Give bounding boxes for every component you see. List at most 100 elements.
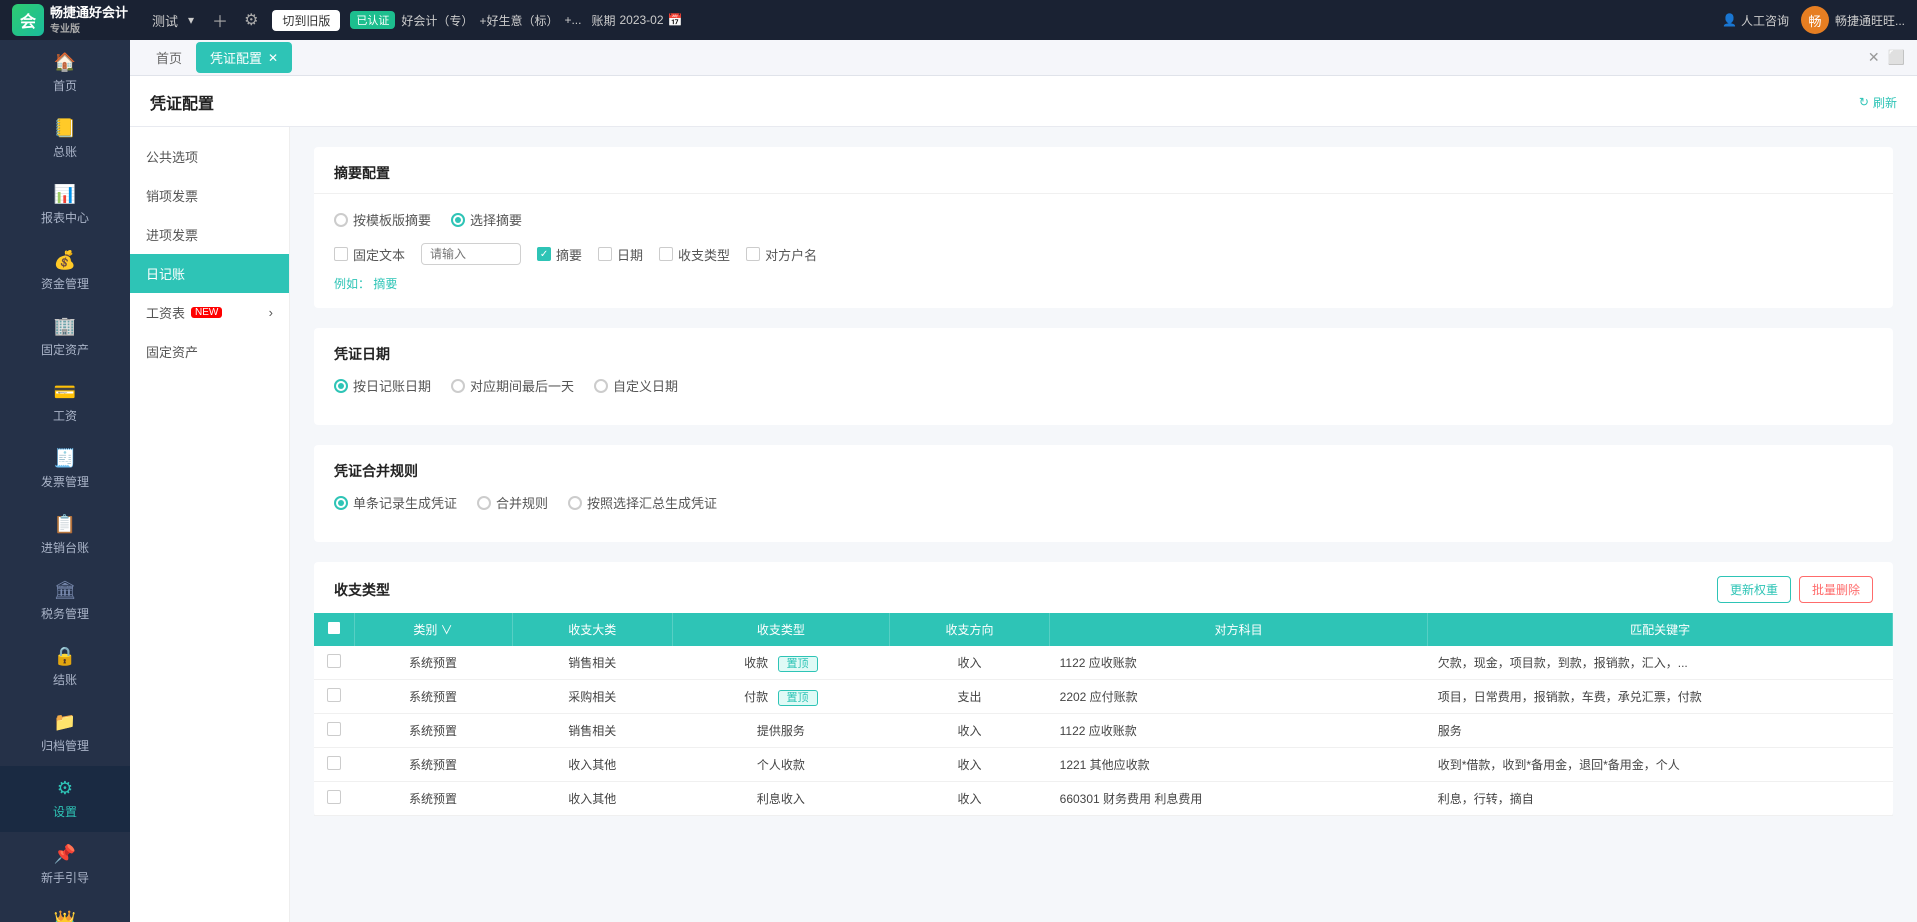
th-major: 收支大类 bbox=[512, 613, 672, 646]
update-weight-button[interactable]: 更新权重 bbox=[1717, 576, 1791, 603]
type-tag[interactable]: 置顶 bbox=[778, 690, 818, 706]
inner-layout: 公共选项 销项发票 进项发票 日记账 工资表 NEW › bbox=[130, 127, 1917, 922]
cell-major: 销售相关 bbox=[512, 646, 672, 680]
sidebar-item-fund[interactable]: 💰 资金管理 bbox=[0, 238, 130, 304]
sidebar-item-home[interactable]: 🏠 首页 bbox=[0, 40, 130, 106]
sidebar-item-close[interactable]: 🔒 结账 bbox=[0, 634, 130, 700]
checkbox-fixed-text[interactable]: 固定文本 bbox=[334, 245, 405, 264]
close-window-button[interactable]: ✕ bbox=[1868, 49, 1880, 66]
batch-delete-button[interactable]: 批量删除 bbox=[1799, 576, 1873, 603]
row-checkbox[interactable] bbox=[327, 756, 341, 770]
row-checkbox[interactable] bbox=[327, 722, 341, 736]
sidebar-item-label: 进销台账 bbox=[41, 539, 89, 556]
checkbox-date-box bbox=[598, 247, 612, 261]
user-avatar: 畅 bbox=[1801, 6, 1829, 34]
left-nav: 公共选项 销项发票 进项发票 日记账 工资表 NEW › bbox=[130, 127, 290, 922]
radio-label: 合并规则 bbox=[496, 493, 548, 512]
switch-version-button[interactable]: 切到旧版 bbox=[272, 10, 340, 31]
radio-single[interactable]: 单条记录生成凭证 bbox=[334, 493, 457, 512]
tab-close-icon[interactable]: ✕ bbox=[268, 51, 278, 65]
good-accounting-badge: 好会计（专） bbox=[401, 12, 473, 29]
row-checkbox[interactable] bbox=[327, 654, 341, 668]
left-nav-payroll[interactable]: 工资表 NEW › bbox=[130, 293, 289, 332]
tabs-right: ✕ ⬜ bbox=[1868, 49, 1905, 66]
date-section-title: 凭证日期 bbox=[334, 344, 1873, 364]
left-nav-purchase-inv[interactable]: 进项发票 bbox=[130, 215, 289, 254]
sidebar-item-member[interactable]: 👑 畅会员 bbox=[0, 898, 130, 922]
checkbox-label: 日期 bbox=[617, 245, 643, 264]
service-button[interactable]: 👤 人工咨询 bbox=[1722, 12, 1789, 29]
home-icon: 🏠 bbox=[54, 52, 76, 73]
radio-label: 单条记录生成凭证 bbox=[353, 493, 457, 512]
topbar-icons: ＋ ⚙ bbox=[208, 6, 262, 34]
cell-direction: 收入 bbox=[889, 748, 1049, 782]
cell-keyword: 项目，日常费用，报销款，车费，承兑汇票，付款 bbox=[1428, 680, 1893, 714]
row-checkbox[interactable] bbox=[327, 688, 341, 702]
radio-label: 按照选择汇总生成凭证 bbox=[587, 493, 717, 512]
sidebar-item-label: 资金管理 bbox=[41, 275, 89, 292]
sidebar-item-invoice[interactable]: 🧾 发票管理 bbox=[0, 436, 130, 502]
radio-circle-single bbox=[334, 496, 348, 510]
table-header-row: 类别 ∨ 收支大类 收支类型 收支方向 对方科目 匹配关键字 bbox=[314, 613, 1893, 646]
sidebar-item-label: 工资 bbox=[53, 407, 77, 424]
cell-direction: 收入 bbox=[889, 646, 1049, 680]
left-nav-public[interactable]: 公共选项 bbox=[130, 137, 289, 176]
cell-account: 2202 应付账款 bbox=[1050, 680, 1428, 714]
example-prefix: 例如： bbox=[334, 277, 370, 291]
radio-select-summary[interactable]: 按照选择汇总生成凭证 bbox=[568, 493, 717, 512]
th-category: 类别 ∨ bbox=[354, 613, 512, 646]
left-nav-diary[interactable]: 日记账 bbox=[130, 254, 289, 293]
maximize-window-button[interactable]: ⬜ bbox=[1888, 49, 1905, 66]
row-checkbox[interactable] bbox=[327, 790, 341, 804]
sidebar-item-report[interactable]: 📊 报表中心 bbox=[0, 172, 130, 238]
radio-label: 按日记账日期 bbox=[353, 376, 431, 395]
refresh-button[interactable]: ↻ 刷新 bbox=[1859, 94, 1897, 123]
certified-badge: 已认证 bbox=[350, 11, 395, 29]
sidebar-item-settings[interactable]: ⚙ 设置 bbox=[0, 766, 130, 832]
cell-major: 收入其他 bbox=[512, 782, 672, 816]
cell-type: 提供服务 bbox=[672, 714, 889, 748]
calendar-icon[interactable]: 📅 bbox=[668, 13, 683, 27]
radio-template[interactable]: 按模板版摘要 bbox=[334, 210, 431, 229]
checkbox-counterparty[interactable]: 对方户名 bbox=[746, 245, 817, 264]
sidebar-item-guide[interactable]: 📌 新手引导 bbox=[0, 832, 130, 898]
checkbox-income-type[interactable]: 收支类型 bbox=[659, 245, 730, 264]
example-value: 摘要 bbox=[373, 277, 397, 291]
fund-icon: 💰 bbox=[54, 250, 76, 271]
radio-circle-diary-date bbox=[334, 379, 348, 393]
tab-voucher-config[interactable]: 凭证配置 ✕ bbox=[196, 42, 292, 73]
select-all-checkbox[interactable] bbox=[327, 621, 341, 635]
radio-custom-date[interactable]: 自定义日期 bbox=[594, 376, 678, 395]
sidebar-item-label: 新手引导 bbox=[41, 869, 89, 886]
radio-circle-template bbox=[334, 213, 348, 227]
sidebar-item-salary[interactable]: 💳 工资 bbox=[0, 370, 130, 436]
checkbox-label: 摘要 bbox=[556, 245, 582, 264]
tab-home[interactable]: 首页 bbox=[142, 42, 196, 73]
cell-keyword: 利息，行转，摘自 bbox=[1428, 782, 1893, 816]
sidebar-item-purchase[interactable]: 📋 进销台账 bbox=[0, 502, 130, 568]
new-badge: NEW bbox=[191, 307, 222, 318]
left-nav-fixed-asset[interactable]: 固定资产 bbox=[130, 332, 289, 371]
radio-diary-date[interactable]: 按日记账日期 bbox=[334, 376, 431, 395]
company-dropdown[interactable]: ▾ bbox=[188, 13, 194, 27]
sidebar-item-tax[interactable]: 🏛 税务管理 bbox=[0, 568, 130, 634]
settings-icon[interactable]: ⚙ bbox=[240, 8, 262, 32]
member-icon: 👑 bbox=[54, 910, 76, 922]
sidebar-item-ledger[interactable]: 📒 总账 bbox=[0, 106, 130, 172]
radio-select[interactable]: 选择摘要 bbox=[451, 210, 522, 229]
radio-merge-rule[interactable]: 合并规则 bbox=[477, 493, 548, 512]
left-nav-label: 工资表 bbox=[146, 303, 185, 322]
sidebar-item-archive[interactable]: 📁 归档管理 bbox=[0, 700, 130, 766]
logo-sub: 专业版 bbox=[50, 20, 128, 35]
sidebar-item-asset[interactable]: 🏢 固定资产 bbox=[0, 304, 130, 370]
type-tag[interactable]: 置顶 bbox=[778, 656, 818, 672]
cell-category: 系统预置 bbox=[354, 748, 512, 782]
checkbox-summary[interactable]: ✓ 摘要 bbox=[537, 245, 582, 264]
fixed-text-input[interactable] bbox=[421, 243, 521, 265]
radio-period-last[interactable]: 对应期间最后一天 bbox=[451, 376, 574, 395]
summary-section-title: 摘要配置 bbox=[314, 147, 1893, 194]
add-icon[interactable]: ＋ bbox=[208, 6, 232, 34]
checkbox-date[interactable]: 日期 bbox=[598, 245, 643, 264]
th-type: 收支类型 bbox=[672, 613, 889, 646]
left-nav-sales[interactable]: 销项发票 bbox=[130, 176, 289, 215]
